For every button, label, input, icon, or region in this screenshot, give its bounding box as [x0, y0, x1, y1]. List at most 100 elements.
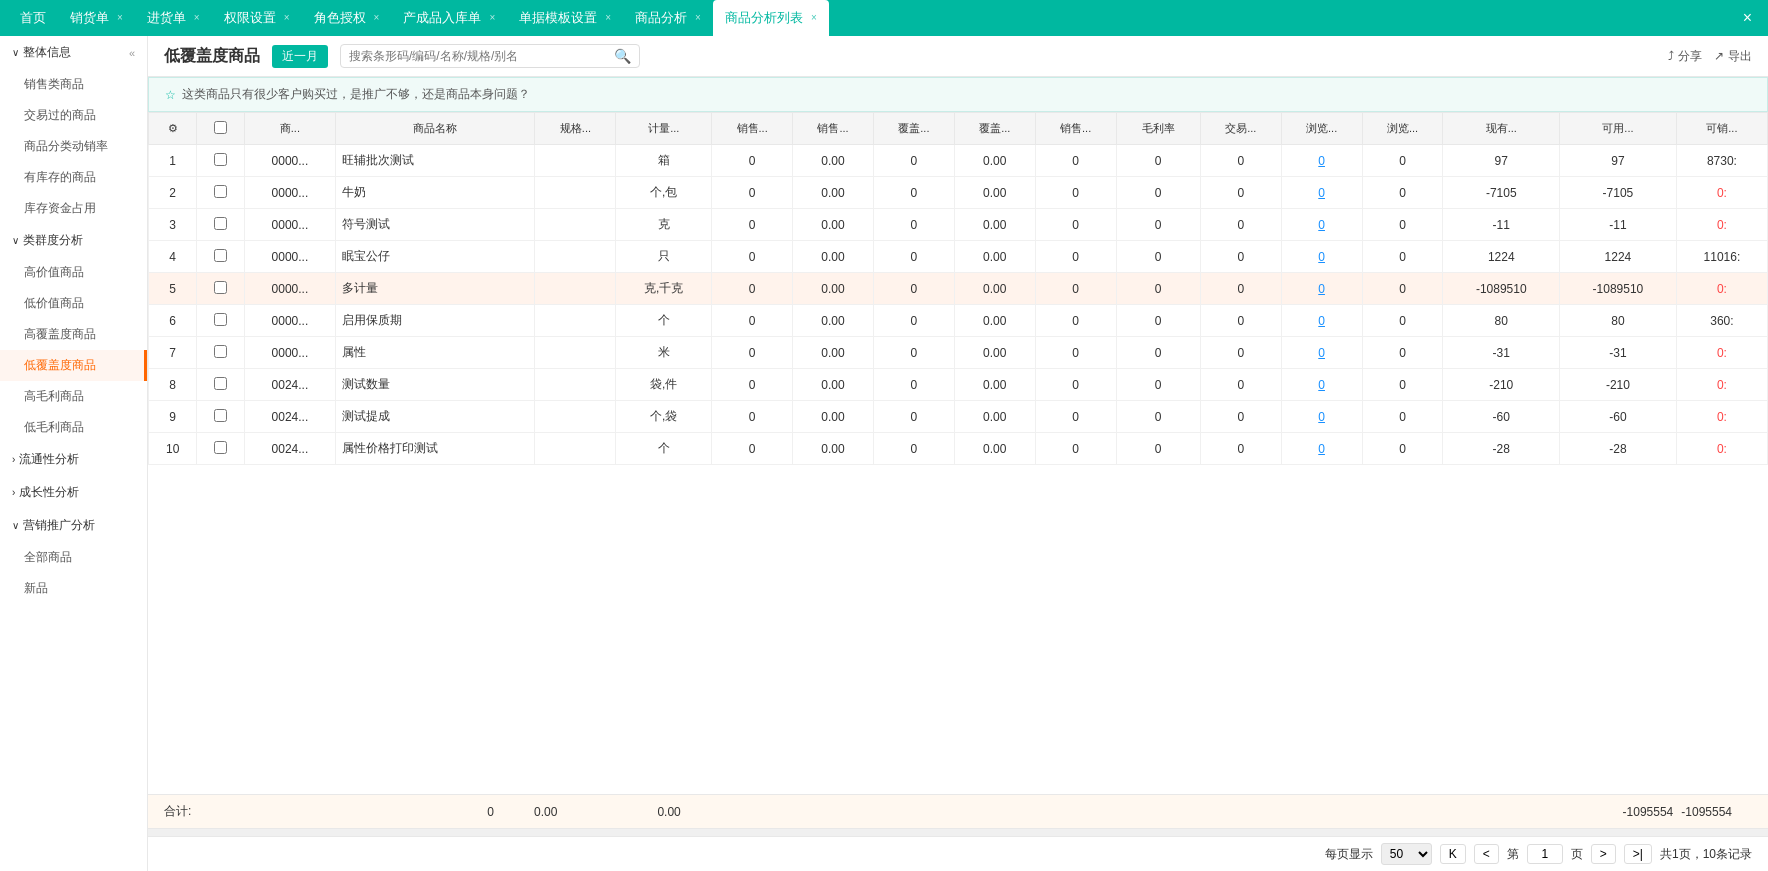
- row-browse1[interactable]: 0: [1281, 145, 1362, 177]
- sidebar-item-traded-goods[interactable]: 交易过的商品: [0, 100, 147, 131]
- row-current: 1224: [1443, 241, 1560, 273]
- row-browse1[interactable]: 0: [1281, 241, 1362, 273]
- row-browse1[interactable]: 0: [1281, 305, 1362, 337]
- row-checkbox[interactable]: [197, 305, 245, 337]
- nav-item-home[interactable]: 首页: [8, 0, 58, 36]
- table-row[interactable]: 1 0000... 旺辅批次测试 箱 0 0.00 0 0.00 0 0 0 0…: [149, 145, 1768, 177]
- table-row[interactable]: 3 0000... 符号测试 克 0 0.00 0 0.00 0 0 0 0 0…: [149, 209, 1768, 241]
- search-input[interactable]: [349, 49, 614, 63]
- prev-page-button[interactable]: <: [1474, 844, 1499, 864]
- row-browse1[interactable]: 0: [1281, 177, 1362, 209]
- horizontal-scrollbar[interactable]: [148, 828, 1768, 836]
- row-name: 测试数量: [335, 369, 535, 401]
- row-browse1[interactable]: 0: [1281, 433, 1362, 465]
- row-cover2: 0.00: [954, 305, 1035, 337]
- table-wrapper[interactable]: ⚙ 商... 商品名称 规格... 计量... 销售... 销售... 覆盖..…: [148, 112, 1768, 794]
- export-icon: ↗: [1714, 49, 1724, 63]
- nav-item-template[interactable]: 单据模板设置 ×: [507, 0, 623, 36]
- row-name: 属性: [335, 337, 535, 369]
- sidebar-item-stock-goods[interactable]: 有库存的商品: [0, 162, 147, 193]
- close-analysis-list-icon[interactable]: ×: [811, 0, 817, 36]
- table-row[interactable]: 7 0000... 属性 米 0 0.00 0 0.00 0 0 0 0 0 -…: [149, 337, 1768, 369]
- close-analysis-icon[interactable]: ×: [695, 0, 701, 36]
- table-row[interactable]: 10 0024... 属性价格打印测试 个 0 0.00 0 0.00 0 0 …: [149, 433, 1768, 465]
- row-browse1[interactable]: 0: [1281, 273, 1362, 305]
- select-all-checkbox[interactable]: [214, 121, 227, 134]
- nav-item-analysis[interactable]: 商品分析 ×: [623, 0, 713, 36]
- nav-item-production[interactable]: 产成品入库单 ×: [391, 0, 507, 36]
- close-sales-icon[interactable]: ×: [117, 0, 123, 36]
- row-sales3: 0: [1035, 177, 1116, 209]
- first-page-button[interactable]: K: [1440, 844, 1466, 864]
- col-settings[interactable]: ⚙: [149, 113, 197, 145]
- row-cover1: 0: [873, 145, 954, 177]
- page-size-select[interactable]: 50 100 200: [1381, 843, 1432, 865]
- row-browse1[interactable]: 0: [1281, 337, 1362, 369]
- nav-item-permission[interactable]: 权限设置 ×: [212, 0, 302, 36]
- row-sales-amt: 0.00: [793, 401, 874, 433]
- sidebar-item-all-goods[interactable]: 全部商品: [0, 542, 147, 573]
- row-sales-qty: 0: [712, 177, 793, 209]
- sidebar-item-new-goods[interactable]: 新品: [0, 573, 147, 604]
- page-info: 共1页，10条记录: [1660, 846, 1752, 863]
- close-template-icon[interactable]: ×: [605, 0, 611, 36]
- close-production-icon[interactable]: ×: [489, 0, 495, 36]
- row-checkbox[interactable]: [197, 209, 245, 241]
- page-number-input[interactable]: [1527, 844, 1563, 864]
- row-sales3: 0: [1035, 145, 1116, 177]
- nav-item-purchase[interactable]: 进货单 ×: [135, 0, 212, 36]
- row-browse1[interactable]: 0: [1281, 209, 1362, 241]
- row-checkbox[interactable]: [197, 401, 245, 433]
- table-row[interactable]: 5 0000... 多计量 克,千克 0 0.00 0 0.00 0 0 0 0…: [149, 273, 1768, 305]
- sidebar-item-low-margin[interactable]: 低毛利商品: [0, 412, 147, 443]
- close-purchase-icon[interactable]: ×: [194, 0, 200, 36]
- row-sales-amt: 0.00: [793, 433, 874, 465]
- window-close-button[interactable]: ×: [1735, 9, 1760, 27]
- row-checkbox[interactable]: [197, 241, 245, 273]
- row-browse2: 0: [1362, 145, 1443, 177]
- sidebar-section-growth[interactable]: › 成长性分析: [0, 476, 147, 509]
- sidebar-section-group[interactable]: ∨ 类群度分析: [0, 224, 147, 257]
- footer-current: -1095554: [1623, 805, 1674, 819]
- nav-item-role[interactable]: 角色授权 ×: [302, 0, 392, 36]
- sidebar-item-low-value[interactable]: 低价值商品: [0, 288, 147, 319]
- row-trade: 0: [1200, 177, 1281, 209]
- sidebar-item-stock-capital[interactable]: 库存资金占用: [0, 193, 147, 224]
- sidebar-section-circulation[interactable]: › 流通性分析: [0, 443, 147, 476]
- sidebar-item-high-margin[interactable]: 高毛利商品: [0, 381, 147, 412]
- sidebar-item-category-rate[interactable]: 商品分类动销率: [0, 131, 147, 162]
- row-checkbox[interactable]: [197, 177, 245, 209]
- row-sales-qty: 0: [712, 241, 793, 273]
- sidebar-item-sales-goods[interactable]: 销售类商品: [0, 69, 147, 100]
- sidebar-item-high-coverage[interactable]: 高覆盖度商品: [0, 319, 147, 350]
- nav-item-sales[interactable]: 销货单 ×: [58, 0, 135, 36]
- sidebar-item-low-coverage[interactable]: 低覆盖度商品: [0, 350, 147, 381]
- row-checkbox[interactable]: [197, 369, 245, 401]
- close-role-icon[interactable]: ×: [374, 0, 380, 36]
- row-checkbox[interactable]: [197, 273, 245, 305]
- export-button[interactable]: ↗ 导出: [1714, 48, 1752, 65]
- close-permission-icon[interactable]: ×: [284, 0, 290, 36]
- share-button[interactable]: ⤴ 分享: [1668, 48, 1702, 65]
- table-row[interactable]: 8 0024... 测试数量 袋,件 0 0.00 0 0.00 0 0 0 0…: [149, 369, 1768, 401]
- collapse-icon[interactable]: «: [129, 47, 135, 59]
- table-row[interactable]: 2 0000... 牛奶 个,包 0 0.00 0 0.00 0 0 0 0 0…: [149, 177, 1768, 209]
- sidebar-item-high-value[interactable]: 高价值商品: [0, 257, 147, 288]
- row-browse1[interactable]: 0: [1281, 369, 1362, 401]
- row-checkbox[interactable]: [197, 145, 245, 177]
- search-icon[interactable]: 🔍: [614, 48, 631, 64]
- row-browse1[interactable]: 0: [1281, 401, 1362, 433]
- row-checkbox[interactable]: [197, 337, 245, 369]
- row-sales3: 0: [1035, 273, 1116, 305]
- table-row[interactable]: 9 0024... 测试提成 个,袋 0 0.00 0 0.00 0 0 0 0…: [149, 401, 1768, 433]
- sidebar-section-overall[interactable]: ∨ 整体信息 «: [0, 36, 147, 69]
- table-row[interactable]: 6 0000... 启用保质期 个 0 0.00 0 0.00 0 0 0 0 …: [149, 305, 1768, 337]
- last-page-button[interactable]: >|: [1624, 844, 1652, 864]
- sidebar-section-marketing[interactable]: ∨ 营销推广分析: [0, 509, 147, 542]
- next-page-button[interactable]: >: [1591, 844, 1616, 864]
- row-checkbox[interactable]: [197, 433, 245, 465]
- row-available: -210: [1560, 369, 1677, 401]
- table-row[interactable]: 4 0000... 眠宝公仔 只 0 0.00 0 0.00 0 0 0 0 0…: [149, 241, 1768, 273]
- period-button[interactable]: 近一月: [272, 45, 328, 68]
- nav-item-analysis-list[interactable]: 商品分析列表 ×: [713, 0, 829, 36]
